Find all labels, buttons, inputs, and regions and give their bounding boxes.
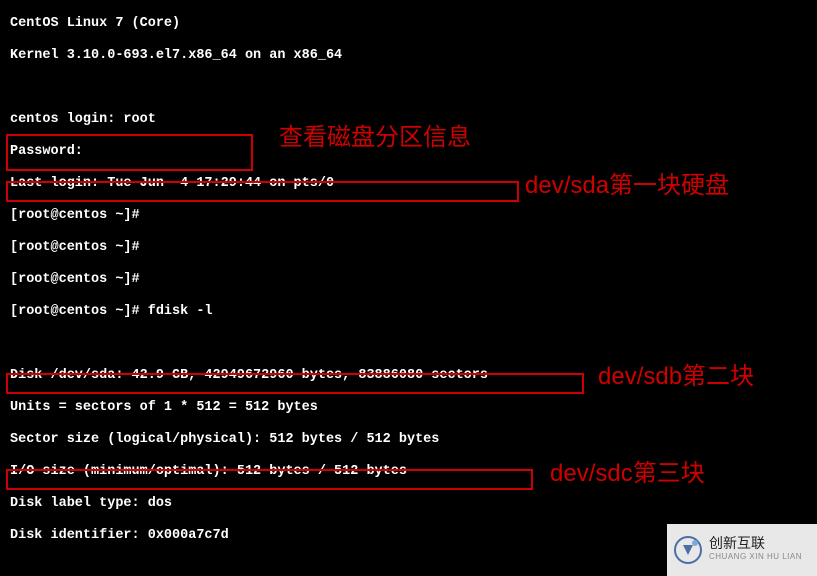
disk-sda-labeltype: Disk label type: dos bbox=[10, 496, 626, 512]
logo-icon bbox=[673, 535, 703, 565]
fdisk-command[interactable]: [root@centos ~]# fdisk -l bbox=[10, 304, 626, 320]
shell-prompt[interactable]: [root@centos ~]# bbox=[10, 272, 626, 288]
last-login: Last login: Tue Jun 4 17:29:44 on pts/0 bbox=[10, 176, 626, 192]
distro-line: CentOS Linux 7 (Core) bbox=[10, 16, 626, 32]
disk-sda-identifier: Disk identifier: 0x000a7c7d bbox=[10, 528, 626, 544]
blank bbox=[10, 560, 626, 576]
shell-prompt[interactable]: [root@centos ~]# bbox=[10, 208, 626, 224]
password-prompt: Password: bbox=[10, 144, 626, 160]
blank bbox=[10, 80, 626, 96]
terminal-output: CentOS Linux 7 (Core) Kernel 3.10.0-693.… bbox=[10, 0, 626, 576]
shell-prompt[interactable]: [root@centos ~]# bbox=[10, 240, 626, 256]
logo-text: 创新互联 CHUANG XIN HU LIAN bbox=[709, 537, 802, 563]
logo-text-cn: 创新互联 bbox=[709, 537, 802, 550]
disk-sda-header: Disk /dev/sda: 42.9 GB, 42949672960 byte… bbox=[10, 368, 626, 384]
disk-sda-sector: Sector size (logical/physical): 512 byte… bbox=[10, 432, 626, 448]
disk-sda-io: I/O size (minimum/optimal): 512 bytes / … bbox=[10, 464, 626, 480]
kernel-line: Kernel 3.10.0-693.el7.x86_64 on an x86_6… bbox=[10, 48, 626, 64]
login-prompt: centos login: root bbox=[10, 112, 626, 128]
disk-sda-units: Units = sectors of 1 * 512 = 512 bytes bbox=[10, 400, 626, 416]
watermark-logo: 创新互联 CHUANG XIN HU LIAN bbox=[667, 524, 817, 576]
blank bbox=[10, 336, 626, 352]
logo-text-en: CHUANG XIN HU LIAN bbox=[709, 550, 802, 563]
